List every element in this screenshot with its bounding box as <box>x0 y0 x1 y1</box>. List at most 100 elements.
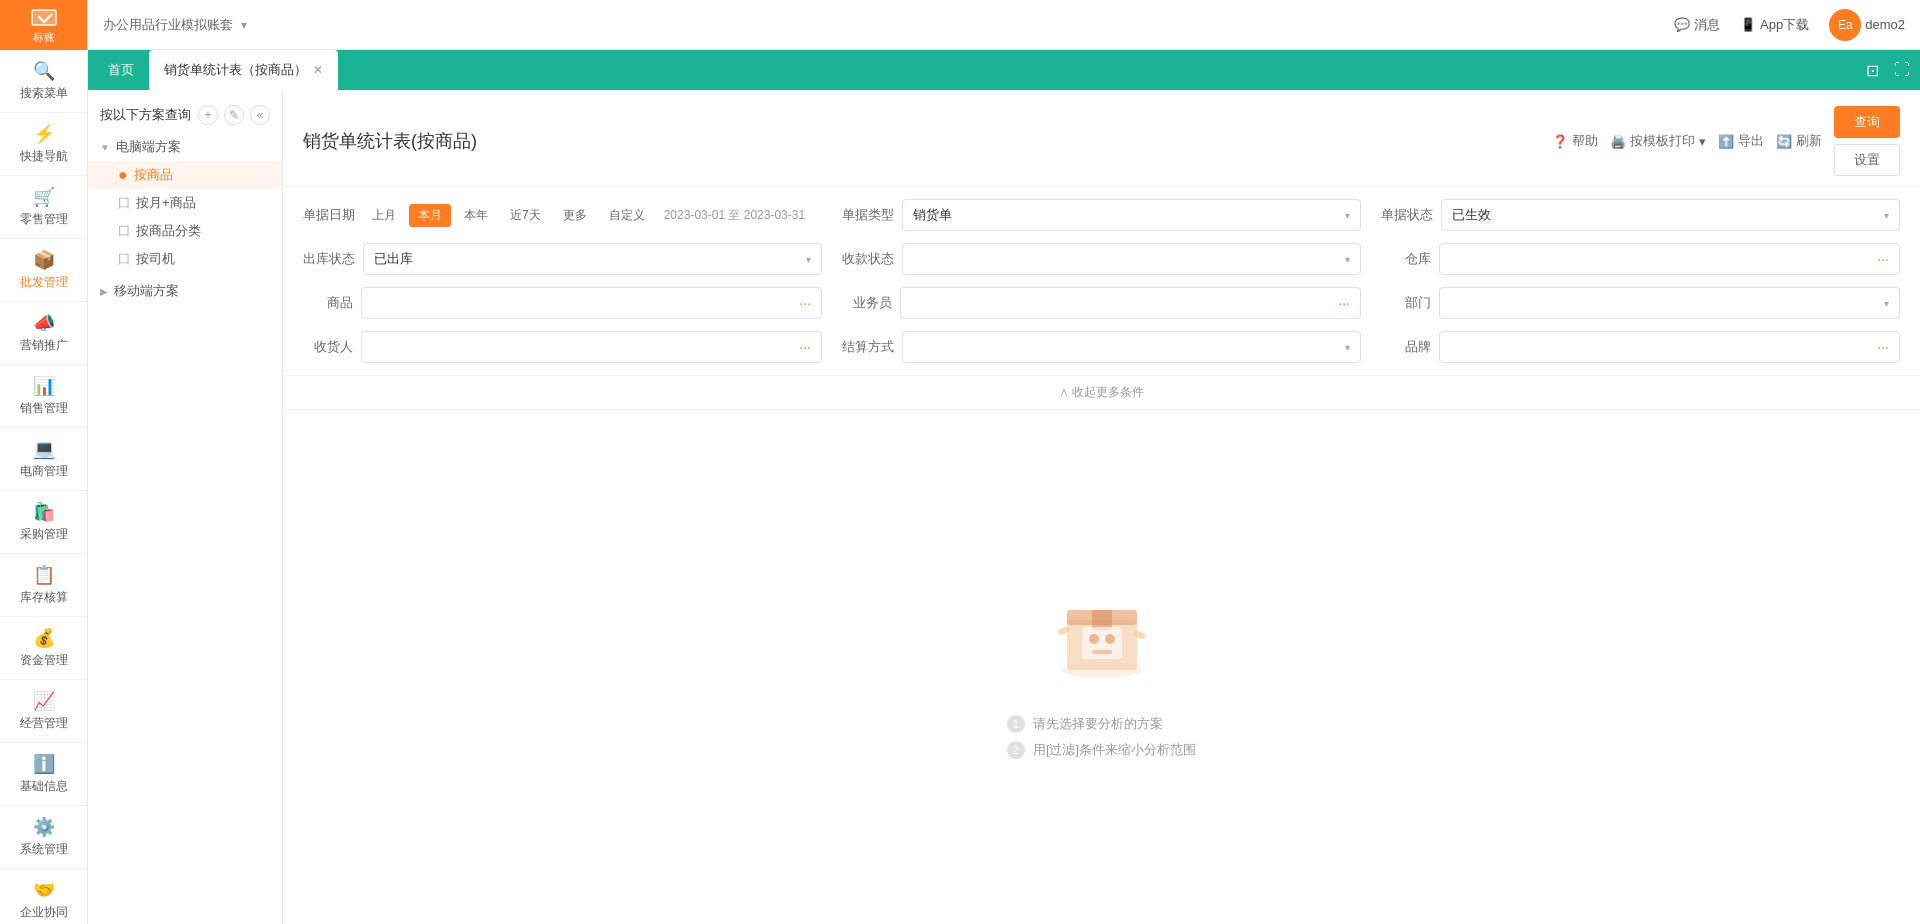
tab-home[interactable]: 首页 <box>93 50 149 90</box>
home-tab-label: 首页 <box>108 61 134 79</box>
app-download-button[interactable]: 📱 App下载 <box>1740 16 1809 34</box>
sidebar-item-basic[interactable]: ℹ️ 基础信息 <box>0 743 87 806</box>
system-icon: ⚙️ <box>33 816 55 838</box>
out-status-filter-cell: 出库状态 已出库 ▾ <box>303 243 822 275</box>
add-scheme-button[interactable]: + <box>198 105 218 125</box>
tree-mobile-group[interactable]: ▶ 移动端方案 <box>88 277 282 305</box>
date-filter: 上月 本月 本年 近7天 <box>363 204 822 227</box>
dept-select[interactable]: ▾ <box>1439 287 1900 319</box>
receiver-input[interactable]: ··· <box>361 331 822 363</box>
empty-illustration <box>1042 575 1162 695</box>
date-pill-7days[interactable]: 近7天 <box>501 204 550 227</box>
type-select[interactable]: 销货单 ▾ <box>902 199 1361 231</box>
sidebar-item-ecommerce[interactable]: 💻 电商管理 <box>0 428 87 491</box>
finance-icon: 💰 <box>33 627 55 649</box>
tab-close-button[interactable]: ✕ <box>313 63 323 77</box>
date-pill-this-month[interactable]: 本月 <box>409 204 451 227</box>
date-pills: 上月 本月 本年 近7天 <box>363 204 654 227</box>
sidebar-item-enterprise[interactable]: 🤝 企业协同 <box>0 869 87 924</box>
type-chevron-icon: ▾ <box>1345 210 1350 221</box>
sidebar-item-sales[interactable]: 📊 销售管理 <box>0 365 87 428</box>
warehouse-input[interactable]: ··· <box>1439 243 1900 275</box>
tree-item-label-3: 按司机 <box>136 250 175 268</box>
sidebar-item-operation[interactable]: 📈 经营管理 <box>0 680 87 743</box>
filter-row-2: 出库状态 已出库 ▾ 收款状态 ▾ <box>303 243 1900 275</box>
brand-ellipsis[interactable]: ··· <box>1877 339 1889 355</box>
collapse-panel-button[interactable]: « <box>250 105 270 125</box>
refresh-icon: 🔄 <box>1776 134 1792 149</box>
tab-sales-stats[interactable]: 销货单统计表（按商品） ✕ <box>149 50 338 90</box>
sidebar-item-finance[interactable]: 💰 资金管理 <box>0 617 87 680</box>
receive-status-select[interactable]: ▾ <box>902 243 1361 275</box>
date-pill-last-month[interactable]: 上月 <box>363 204 405 227</box>
sidebar-item-purchase[interactable]: 🛍️ 采购管理 <box>0 491 87 554</box>
empty-state: 1 请先选择要分析的方案 2 用[过滤]条件来缩小分析范围 <box>283 410 1920 924</box>
date-filter-cell: 单据日期 上月 本月 本年 <box>303 204 822 227</box>
warehouse-ellipsis[interactable]: ··· <box>1877 251 1889 267</box>
tree-item-by-category[interactable]: 囗 按商品分类 <box>88 217 282 245</box>
collapse-bar[interactable]: ∧ 收起更多条件 <box>283 376 1920 410</box>
message-icon: 💬 <box>1674 17 1690 32</box>
type-label: 单据类型 <box>842 206 894 224</box>
tab-expand-button[interactable]: ⊡ <box>1856 61 1889 80</box>
tree-desktop-group[interactable]: ▼ 电脑端方案 <box>88 133 282 161</box>
payment-label: 结算方式 <box>842 338 894 356</box>
date-pill-this-year[interactable]: 本年 <box>455 204 497 227</box>
dept-chevron-icon: ▾ <box>1884 298 1889 309</box>
date-pill-more[interactable]: 更多 <box>554 204 596 227</box>
settings-button[interactable]: 设置 <box>1834 144 1900 176</box>
help-button[interactable]: ❓ 帮助 <box>1552 132 1598 150</box>
ecommerce-icon: 💻 <box>33 438 55 460</box>
print-button[interactable]: 🖨️ 按模板打印 ▾ <box>1610 132 1706 150</box>
filter-row-1: 单据日期 上月 本月 本年 <box>303 199 1900 231</box>
goods-input[interactable]: ··· <box>361 287 822 319</box>
sidebar-item-retail[interactable]: 🛒 零售管理 <box>0 176 87 239</box>
edit-scheme-button[interactable]: ✎ <box>224 105 244 125</box>
user-profile[interactable]: Ea demo2 <box>1829 9 1905 41</box>
date-pill-custom[interactable]: 自定义 <box>600 204 654 227</box>
salesman-input[interactable]: ··· <box>900 287 1361 319</box>
receiver-ellipsis[interactable]: ··· <box>799 339 811 355</box>
topbar-dropdown[interactable]: ▾ <box>241 18 247 32</box>
refresh-button[interactable]: 🔄 刷新 <box>1776 132 1822 150</box>
tree-mobile-label: 移动端方案 <box>114 282 179 300</box>
tree-desktop-label: 电脑端方案 <box>116 138 181 156</box>
tree-arrow-icon: ▼ <box>100 142 110 153</box>
sidebar-item-system[interactable]: ⚙️ 系统管理 <box>0 806 87 869</box>
brand-input[interactable]: ··· <box>1439 331 1900 363</box>
payment-select[interactable]: ▾ <box>902 331 1361 363</box>
salesman-ellipsis[interactable]: ··· <box>1338 295 1350 311</box>
filter-rows: 单据日期 上月 本月 本年 <box>283 187 1920 376</box>
sidebar-item-wholesale[interactable]: 📦 批发管理 <box>0 239 87 302</box>
side-panel-title: 按以下方案查询 <box>100 106 191 124</box>
sidebar-item-search[interactable]: 🔍 搜索菜单 <box>0 50 87 113</box>
status-select[interactable]: 已生效 ▾ <box>1441 199 1900 231</box>
tree-item-by-goods[interactable]: ● 按商品 <box>88 161 282 189</box>
purchase-icon: 🛍️ <box>33 501 55 523</box>
sidebar-item-quicknav[interactable]: ⚡ 快捷导航 <box>0 113 87 176</box>
out-status-label: 出库状态 <box>303 250 355 268</box>
wholesale-icon: 📦 <box>33 249 55 271</box>
tree-item-by-printer[interactable]: 囗 按司机 <box>88 245 282 273</box>
left-sidebar: 标账 🔍 搜索菜单 ⚡ 快捷导航 🛒 零售管理 📦 批发管理 📣 营销推广 📊 … <box>0 0 88 924</box>
dept-filter-cell: 部门 ▾ <box>1381 287 1900 319</box>
brand-filter-cell: 品牌 ··· <box>1381 331 1900 363</box>
goods-ellipsis[interactable]: ··· <box>799 295 811 311</box>
sidebar-item-inventory[interactable]: 📋 库存核算 <box>0 554 87 617</box>
edit-icon: ✎ <box>229 108 239 122</box>
inventory-icon: 📋 <box>33 564 55 586</box>
tip-num-2: 2 <box>1007 741 1025 759</box>
main-area: 办公用品行业模拟账套 ▾ 💬 消息 📱 App下载 Ea demo2 首页 <box>88 0 1920 924</box>
tree-item-by-month-goods[interactable]: 囗 按月+商品 <box>88 189 282 217</box>
empty-tip-2: 2 用[过滤]条件来缩小分析范围 <box>1007 741 1196 759</box>
sidebar-item-marketing[interactable]: 📣 营销推广 <box>0 302 87 365</box>
app-logo: 标账 <box>0 0 87 50</box>
download-icon: 📱 <box>1740 17 1756 32</box>
message-button[interactable]: 💬 消息 <box>1674 16 1720 34</box>
export-button[interactable]: ⬆️ 导出 <box>1718 132 1764 150</box>
out-status-select[interactable]: 已出库 ▾ <box>363 243 822 275</box>
date-label: 单据日期 <box>303 206 355 224</box>
topbar: 办公用品行业模拟账套 ▾ 💬 消息 📱 App下载 Ea demo2 <box>88 0 1920 50</box>
query-button[interactable]: 查询 <box>1834 106 1900 138</box>
fullscreen-button[interactable]: ⛶ <box>1889 61 1915 79</box>
